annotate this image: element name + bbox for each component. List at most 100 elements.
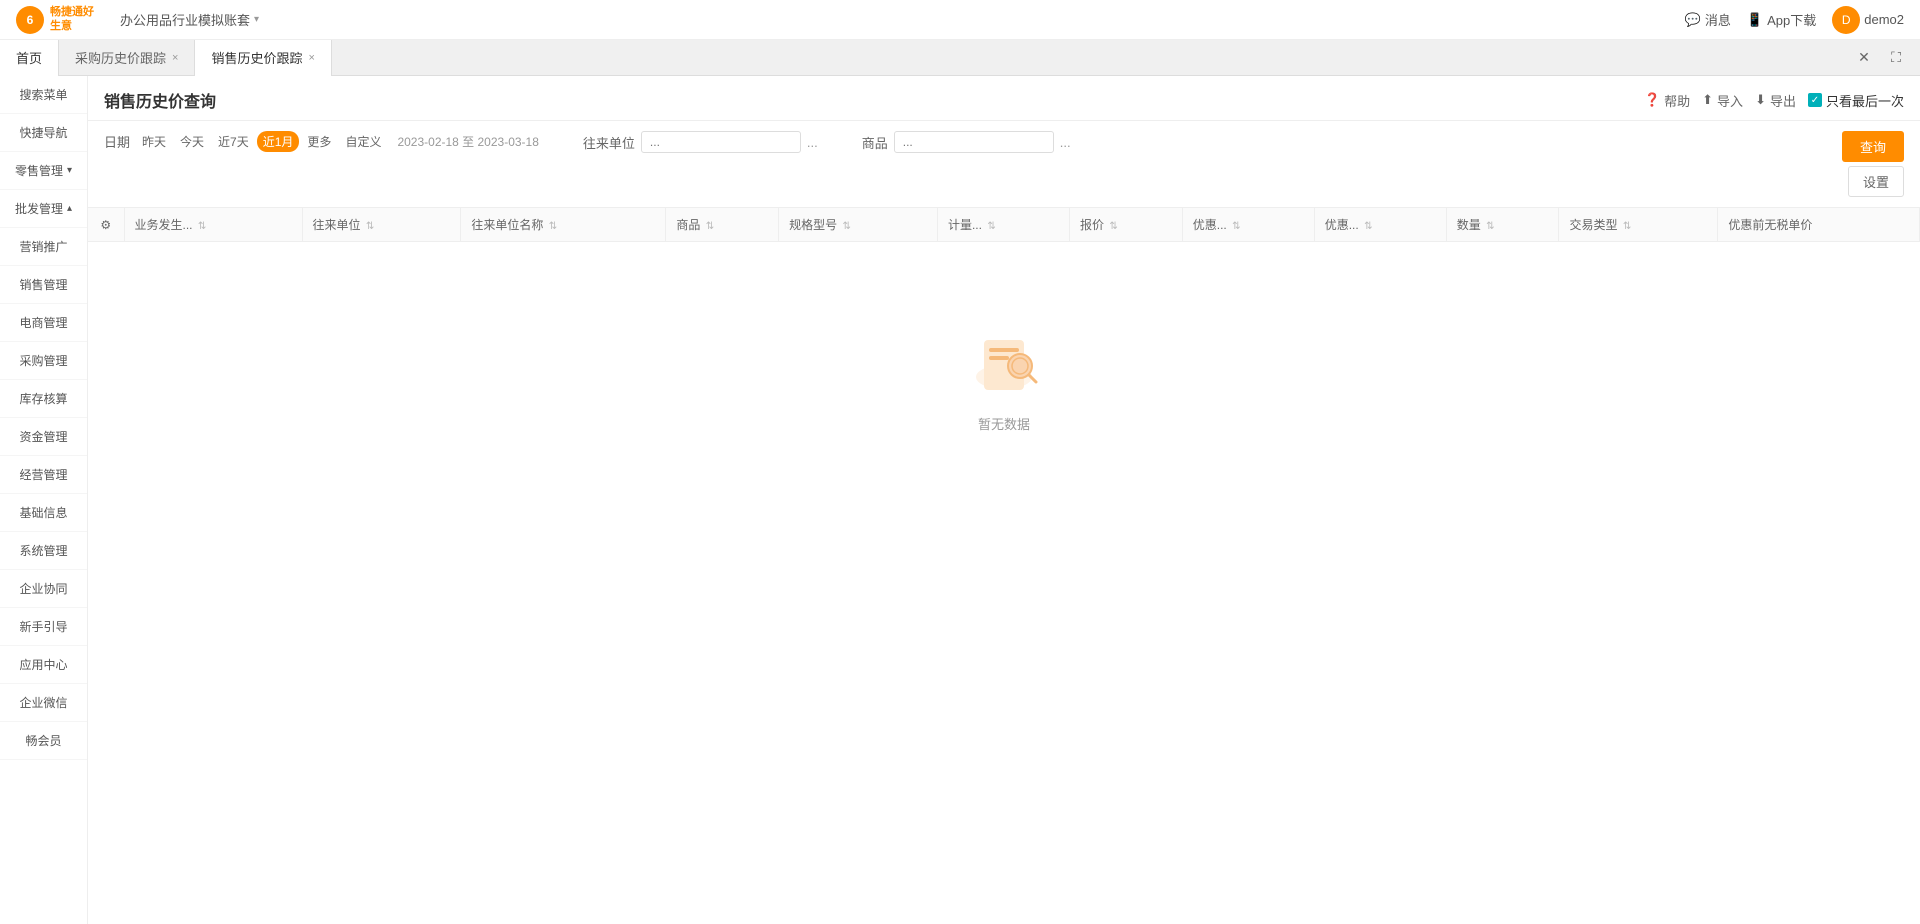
th-quantity[interactable]: 数量 ⇅ [1446, 208, 1559, 242]
partner-filter-group: 往来单位 ... [583, 131, 818, 153]
th-spec-label: 规格型号 [789, 218, 837, 232]
sidebar-item-inventory[interactable]: 库存核算 [0, 380, 87, 418]
th-spec[interactable]: 规格型号 ⇅ [779, 208, 938, 242]
app-download-btn[interactable]: 📱 App下载 [1747, 10, 1816, 29]
help-btn[interactable]: ❓ 帮助 [1644, 91, 1690, 110]
sidebar-item-finance[interactable]: 资金管理 [0, 418, 87, 456]
sort-icon: ⇅ [366, 221, 374, 232]
sidebar-item-new-guide[interactable]: 新手引导 [0, 608, 87, 646]
partner-input[interactable] [641, 131, 801, 153]
tab-purchase-history[interactable]: 采购历史价跟踪 × [59, 40, 195, 76]
sidebar-item-quick-nav[interactable]: 快捷导航 [0, 114, 87, 152]
th-pre-tax-price[interactable]: 优惠前无税单价 [1718, 208, 1920, 242]
app-selector[interactable]: 办公用品行业模拟账套 ▾ [112, 10, 267, 29]
app-selector-label: 办公用品行业模拟账套 [120, 10, 250, 29]
sort-icon: ⇅ [549, 221, 557, 232]
sidebar-finance-label: 资金管理 [19, 428, 67, 445]
filter-row: 日期 昨天 今天 近7天 近1月 更多 自定义 2023-02-18 至 202… [104, 131, 1904, 207]
th-biz-date[interactable]: 业务发生... ⇅ [124, 208, 302, 242]
sidebar-retail-mgmt-label: 零售管理 [15, 162, 63, 179]
sidebar-item-basic-info[interactable]: 基础信息 [0, 494, 87, 532]
close-window-btn[interactable]: ✕ [1852, 46, 1876, 70]
partner-dots-btn[interactable]: ... [807, 135, 818, 150]
sidebar-item-member[interactable]: 畅会员 [0, 722, 87, 760]
fullscreen-btn[interactable]: ⛶ [1884, 46, 1908, 70]
date-btn-more[interactable]: 更多 [301, 131, 337, 152]
date-btn-today[interactable]: 今天 [174, 131, 210, 152]
date-btn-custom[interactable]: 自定义 [339, 131, 387, 152]
th-partner-name[interactable]: 往来单位名称 ⇅ [461, 208, 666, 242]
sidebar-ecom-mgmt-label: 电商管理 [19, 314, 67, 331]
date-range-display: 2023-02-18 至 2023-03-18 [397, 133, 538, 150]
sort-icon: ⇅ [1109, 221, 1117, 232]
import-btn[interactable]: ⬆ 导入 [1702, 91, 1743, 110]
message-btn[interactable]: 💬 消息 [1685, 10, 1731, 29]
settings-btn[interactable]: 设置 [1848, 166, 1904, 197]
partner-filter-label: 往来单位 [583, 133, 635, 152]
th-discount-amount[interactable]: 优惠... ⇅ [1314, 208, 1446, 242]
sidebar-enterprise-wechat-label: 企业微信 [19, 694, 67, 711]
th-quote[interactable]: 报价 ⇅ [1069, 208, 1182, 242]
th-partner-code[interactable]: 往来单位 ⇅ [302, 208, 461, 242]
th-discount-rate[interactable]: 优惠... ⇅ [1182, 208, 1314, 242]
query-btn[interactable]: 查询 [1842, 131, 1904, 162]
sidebar-purchase-mgmt-label: 采购管理 [19, 352, 67, 369]
logo-text: 畅捷通好生意 [50, 6, 104, 32]
th-product[interactable]: 商品 ⇅ [666, 208, 779, 242]
sidebar-operations-label: 经营管理 [19, 466, 67, 483]
th-partner-code-label: 往来单位 [313, 218, 361, 232]
sidebar-item-app-center[interactable]: 应用中心 [0, 646, 87, 684]
date-btn-yesterday[interactable]: 昨天 [136, 131, 172, 152]
th-settings[interactable]: ⚙ [88, 208, 124, 242]
th-pre-tax-price-label: 优惠前无税单价 [1728, 218, 1812, 232]
tab-sales-history[interactable]: 销售历史价跟踪 × [195, 40, 331, 76]
date-filter-group: 日期 昨天 今天 近7天 近1月 更多 自定义 2023-02-18 至 202… [104, 131, 539, 152]
close-sales-tab-icon[interactable]: × [308, 52, 314, 64]
date-btn-last1m[interactable]: 近1月 [257, 131, 300, 152]
tab-home[interactable]: 首页 [0, 40, 59, 76]
sidebar-new-guide-label: 新手引导 [19, 618, 67, 635]
sidebar-item-enterprise-wechat[interactable]: 企业微信 [0, 684, 87, 722]
export-btn[interactable]: ⬇ 导出 [1755, 91, 1796, 110]
sidebar: 搜索菜单 快捷导航 零售管理 ▾ 批发管理 ▴ 营销推广 销售管理 电商管理 采… [0, 76, 88, 924]
app-download-label: App下载 [1767, 10, 1816, 29]
close-purchase-tab-icon[interactable]: × [172, 52, 178, 64]
sidebar-wholesale-mgmt-label: 批发管理 [15, 200, 63, 217]
sidebar-item-retail-mgmt[interactable]: 零售管理 ▾ [0, 152, 87, 190]
sidebar-item-wholesale-mgmt[interactable]: 批发管理 ▴ [0, 190, 87, 228]
th-product-label: 商品 [676, 218, 700, 232]
sidebar-item-sys-mgmt[interactable]: 系统管理 [0, 532, 87, 570]
sidebar-item-operations[interactable]: 经营管理 [0, 456, 87, 494]
th-discount-amount-label: 优惠... [1325, 218, 1359, 232]
sidebar-item-marketing[interactable]: 营销推广 [0, 228, 87, 266]
sidebar-item-ecom-mgmt[interactable]: 电商管理 [0, 304, 87, 342]
filter-wrapper: 日期 昨天 今天 近7天 近1月 更多 自定义 2023-02-18 至 202… [88, 121, 1920, 208]
table-area: ⚙ 业务发生... ⇅ 往来单位 ⇅ 往来单位名称 ⇅ [88, 208, 1920, 924]
th-biz-date-label: 业务发生... [135, 218, 193, 232]
sidebar-sales-mgmt-label: 销售管理 [19, 276, 67, 293]
top-bar-right: 💬 消息 📱 App下载 D demo2 [1685, 6, 1904, 34]
content-area: 销售历史价查询 ❓ 帮助 ⬆ 导入 ⬇ 导出 只看最后一次 [88, 76, 1920, 924]
sidebar-item-search-menu[interactable]: 搜索菜单 [0, 76, 87, 114]
sidebar-item-sales-mgmt[interactable]: 销售管理 [0, 266, 87, 304]
product-dots-btn[interactable]: ... [1060, 135, 1071, 150]
only-last-checkbox[interactable]: 只看最后一次 [1808, 91, 1904, 110]
table-container: ⚙ 业务发生... ⇅ 往来单位 ⇅ 往来单位名称 ⇅ [88, 208, 1920, 242]
sidebar-item-enterprise[interactable]: 企业协同 [0, 570, 87, 608]
top-bar-left: 6 畅捷通好生意 办公用品行业模拟账套 ▾ [16, 6, 267, 34]
th-unit[interactable]: 计量... ⇅ [937, 208, 1069, 242]
th-trade-type[interactable]: 交易类型 ⇅ [1559, 208, 1718, 242]
date-btn-last7[interactable]: 近7天 [212, 131, 255, 152]
import-icon: ⬆ [1702, 92, 1713, 108]
th-trade-type-label: 交易类型 [1569, 218, 1617, 232]
user-label: demo2 [1864, 12, 1904, 27]
sidebar-app-center-label: 应用中心 [19, 656, 67, 673]
data-table: ⚙ 业务发生... ⇅ 往来单位 ⇅ 往来单位名称 ⇅ [88, 208, 1920, 242]
tab-sales-history-label: 销售历史价跟踪 [211, 48, 302, 67]
sidebar-enterprise-label: 企业协同 [19, 580, 67, 597]
product-input[interactable] [894, 131, 1054, 153]
sidebar-inventory-label: 库存核算 [19, 390, 67, 407]
logo-icon: 6 [16, 6, 44, 34]
user-area[interactable]: D demo2 [1832, 6, 1904, 34]
sidebar-item-purchase-mgmt[interactable]: 采购管理 [0, 342, 87, 380]
